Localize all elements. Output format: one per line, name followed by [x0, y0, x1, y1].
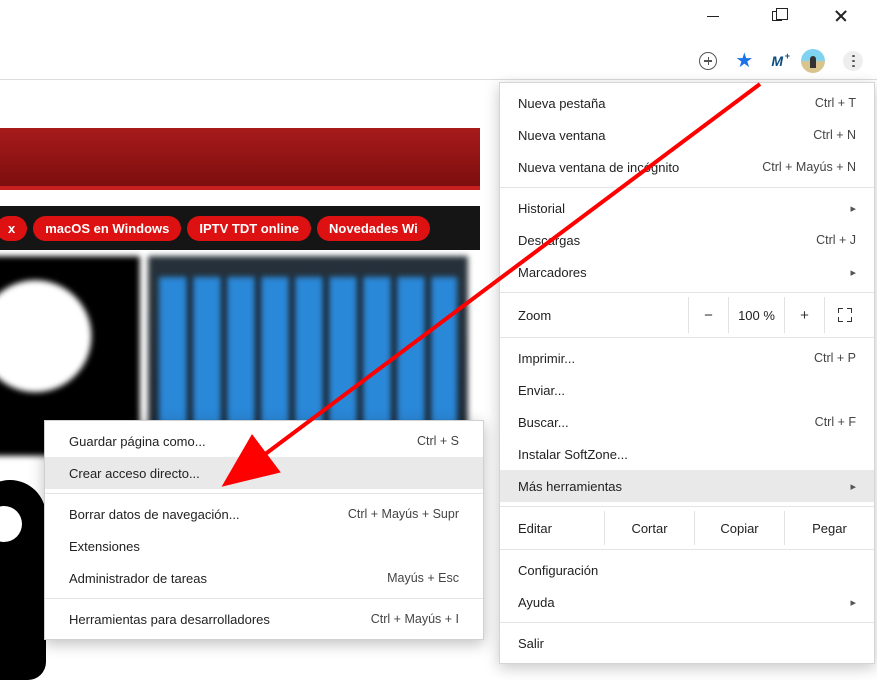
profile-avatar[interactable]: [801, 49, 825, 73]
chrome-menu-button[interactable]: [843, 51, 863, 71]
movistar-extension-icon[interactable]: M: [771, 53, 783, 69]
menu-edit-row: Editar Cortar Copiar Pegar: [500, 511, 874, 545]
chrome-main-menu: Nueva pestañaCtrl + T Nueva ventanaCtrl …: [499, 82, 875, 664]
menu-help[interactable]: Ayuda: [500, 586, 874, 618]
menu-print[interactable]: Imprimir...Ctrl + P: [500, 342, 874, 374]
more-tools-submenu: Guardar página como...Ctrl + S Crear acc…: [44, 420, 484, 640]
window-system-buttons: [691, 0, 877, 34]
menu-settings[interactable]: Configuración: [500, 554, 874, 586]
browser-toolbar: ★ M: [0, 42, 877, 80]
submenu-developer-tools[interactable]: Herramientas para desarrolladoresCtrl + …: [45, 603, 483, 635]
submenu-task-manager[interactable]: Administrador de tareasMayús + Esc: [45, 562, 483, 594]
edit-cut-button[interactable]: Cortar: [604, 511, 694, 545]
zoom-value: 100 %: [728, 297, 784, 333]
edit-label: Editar: [518, 521, 604, 536]
close-window-button[interactable]: [819, 2, 863, 30]
menu-downloads[interactable]: DescargasCtrl + J: [500, 224, 874, 256]
edit-copy-button[interactable]: Copiar: [694, 511, 784, 545]
submenu-save-page-as[interactable]: Guardar página como...Ctrl + S: [45, 425, 483, 457]
fullscreen-button[interactable]: [824, 297, 864, 333]
menu-new-tab[interactable]: Nueva pestañaCtrl + T: [500, 87, 874, 119]
minimize-button[interactable]: [691, 2, 735, 30]
nav-pill[interactable]: IPTV TDT online: [187, 216, 311, 241]
submenu-create-shortcut[interactable]: Crear acceso directo...: [45, 457, 483, 489]
submenu-extensions[interactable]: Extensiones: [45, 530, 483, 562]
menu-new-window[interactable]: Nueva ventanaCtrl + N: [500, 119, 874, 151]
nav-pill[interactable]: x: [0, 216, 27, 241]
menu-bookmarks[interactable]: Marcadores: [500, 256, 874, 288]
menu-history[interactable]: Historial: [500, 192, 874, 224]
article-thumbnail: [0, 480, 46, 680]
maximize-button[interactable]: [755, 2, 799, 30]
menu-exit[interactable]: Salir: [500, 627, 874, 659]
zoom-in-button[interactable]: +: [784, 297, 824, 333]
add-extension-icon[interactable]: [699, 52, 717, 70]
nav-pill-bar: x macOS en Windows IPTV TDT online Noved…: [0, 206, 480, 250]
menu-more-tools[interactable]: Más herramientas: [500, 470, 874, 502]
menu-find[interactable]: Buscar...Ctrl + F: [500, 406, 874, 438]
submenu-clear-browsing-data[interactable]: Borrar datos de navegación...Ctrl + Mayú…: [45, 498, 483, 530]
zoom-out-button[interactable]: −: [688, 297, 728, 333]
menu-send[interactable]: Enviar...: [500, 374, 874, 406]
zoom-label: Zoom: [518, 308, 688, 323]
menu-zoom-row: Zoom − 100 % +: [500, 297, 874, 333]
menu-install-app[interactable]: Instalar SoftZone...: [500, 438, 874, 470]
nav-pill[interactable]: macOS en Windows: [33, 216, 181, 241]
menu-incognito[interactable]: Nueva ventana de incógnitoCtrl + Mayús +…: [500, 151, 874, 183]
bookmark-star-icon[interactable]: ★: [735, 48, 753, 73]
nav-pill[interactable]: Novedades Wi: [317, 216, 430, 241]
edit-paste-button[interactable]: Pegar: [784, 511, 874, 545]
